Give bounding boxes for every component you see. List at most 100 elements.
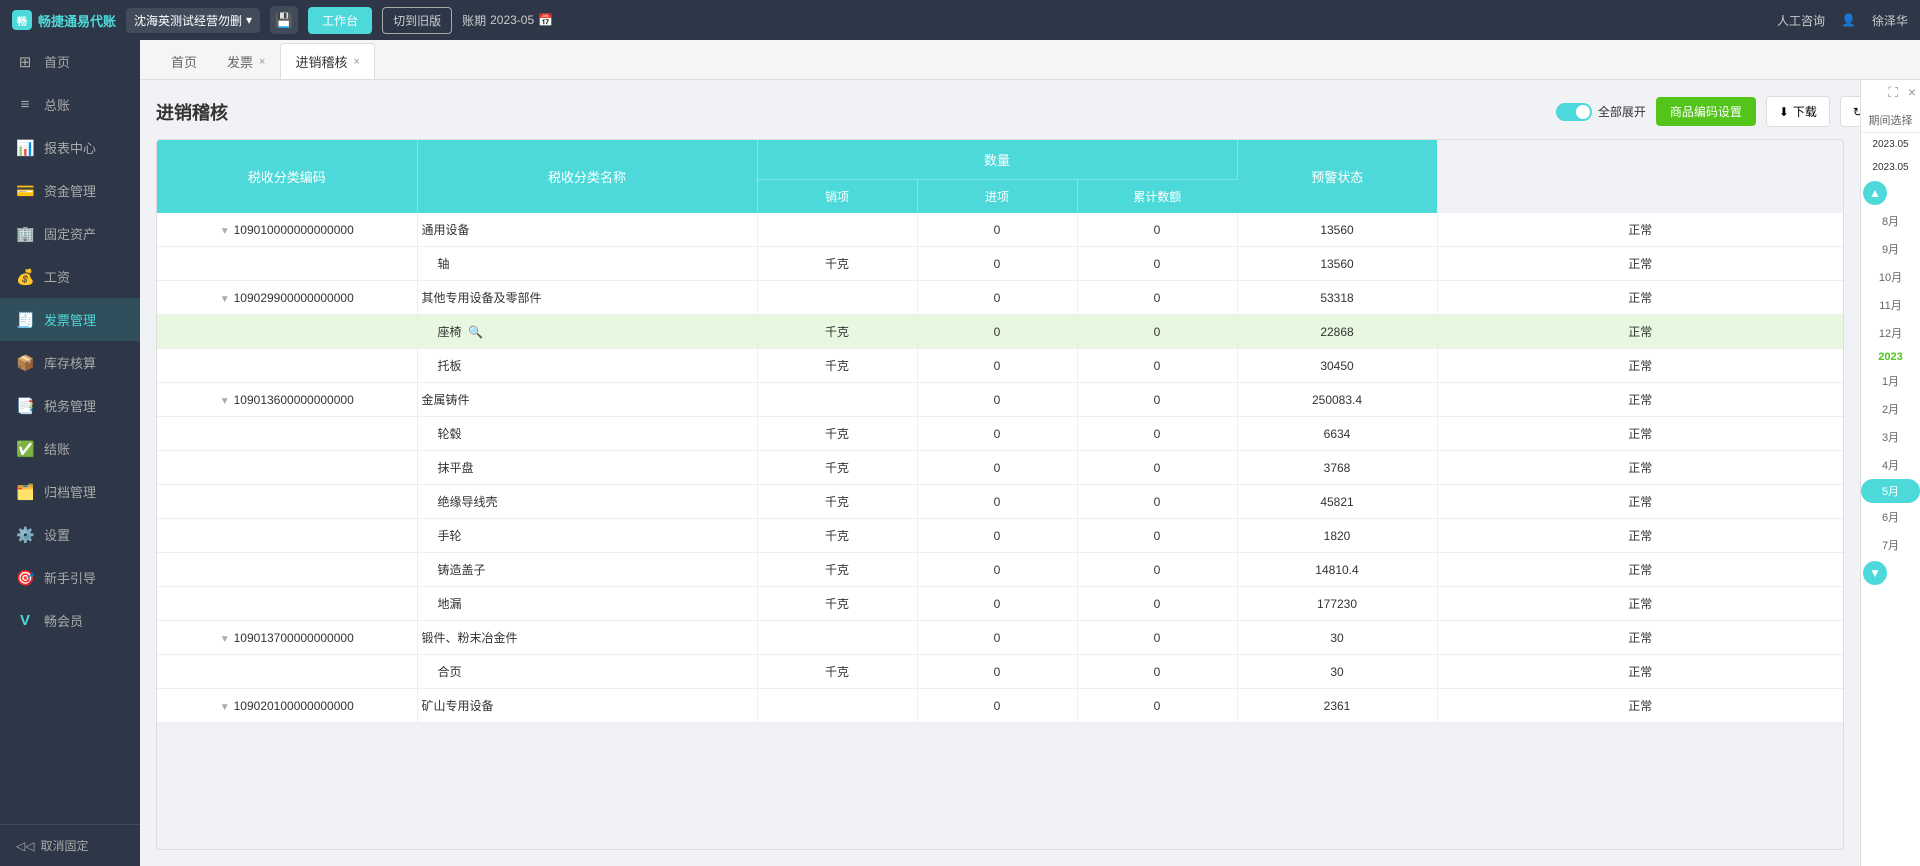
workbench-button[interactable]: 工作台 [308,7,372,34]
purchase-cell: 0 [1077,519,1237,553]
product-code-button[interactable]: 商品编码设置 [1656,97,1756,126]
period-2023-05-1[interactable]: 2023.05 [1861,139,1904,156]
sidebar-item-archive[interactable]: 🗂️ 归档管理 [0,470,140,513]
month-3[interactable]: 3月 [1861,423,1904,451]
code-cell: ▼109020100000000000 [157,689,417,723]
toggle-label: 全部展开 [1598,103,1646,120]
expand-toggle[interactable] [1556,103,1592,121]
sidebar-item-payroll[interactable]: 💰 工资 [0,255,140,298]
unit-cell: 千克 [757,315,917,349]
unit-cell [757,213,917,247]
status-cell: 正常 [1437,417,1843,451]
name-cell: 金属铸件 [417,383,757,417]
save-icon-btn[interactable]: 💾 [270,6,298,34]
sidebar-item-funds[interactable]: 💳 资金管理 [0,169,140,212]
month-5[interactable]: 5月 [1861,479,1904,503]
expand-icon[interactable]: ▼ [220,634,230,645]
expand-icon[interactable]: ▼ [220,226,230,237]
name-cell: 托板 [417,349,757,383]
table-row: 抹平盘 千克 0 0 3768 正常 [157,451,1843,485]
th-tax-code: 税收分类编码 [157,140,417,213]
accumulated-cell: 13560 [1237,247,1437,281]
sidebar-label-settlement: 结账 [44,439,70,458]
funds-icon: 💳 [16,182,34,200]
name-cell: 抹平盘 [417,451,757,485]
tab-reconcile-close[interactable]: × [353,56,359,68]
tab-invoices-close[interactable]: × [259,56,265,68]
scroll-up-btn[interactable]: ▲ [1863,181,1887,205]
table-row: 轴 千克 0 0 13560 正常 [157,247,1843,281]
download-button[interactable]: ⬇ 下载 [1766,96,1830,127]
month-1[interactable]: 1月 [1861,367,1904,395]
month-10[interactable]: 10月 [1861,263,1904,291]
sidebar-item-assets[interactable]: 🏢 固定资产 [0,212,140,255]
old-version-button[interactable]: 切到旧版 [382,7,452,34]
table-row: 托板 千克 0 0 30450 正常 [157,349,1843,383]
sidebar-item-settings[interactable]: ⚙️ 设置 [0,513,140,556]
expand-icon[interactable]: ▼ [220,396,230,407]
sidebar-item-reports[interactable]: 📊 报表中心 [0,126,140,169]
month-11[interactable]: 11月 [1861,291,1904,319]
code-cell [157,349,417,383]
calendar-icon[interactable]: 📅 [538,13,553,27]
code-cell [157,553,417,587]
code-cell [157,485,417,519]
unit-cell: 千克 [757,417,917,451]
invoice-icon: 🧾 [16,311,34,329]
guide-icon: 🎯 [16,569,34,587]
sales-cell: 0 [917,281,1077,315]
scroll-down-btn[interactable]: ▼ [1863,561,1887,585]
sidebar-item-tax[interactable]: 📑 税务管理 [0,384,140,427]
month-7[interactable]: 7月 [1861,531,1904,559]
month-9[interactable]: 9月 [1861,235,1904,263]
sales-cell: 0 [917,621,1077,655]
table-row: ▼109013700000000000 锻件、粉末冶金件 0 0 30 正常 [157,621,1843,655]
month-2[interactable]: 2月 [1861,395,1904,423]
purchase-cell: 0 [1077,655,1237,689]
search-in-cell-icon[interactable]: 🔍 [468,325,483,339]
home-icon: ⊞ [16,53,34,71]
sidebar-item-settlement[interactable]: ✅ 结账 [0,427,140,470]
period-2023-05-2[interactable]: 2023.05 [1861,156,1904,179]
purchase-cell: 0 [1077,383,1237,417]
sidebar-item-home[interactable]: ⊞ 首页 [0,40,140,83]
accumulated-cell: 45821 [1237,485,1437,519]
expand-icon[interactable]: ▼ [220,702,230,713]
sidebar-item-invoices[interactable]: 🧾 发票管理 [0,298,140,341]
accumulated-cell: 30 [1237,621,1437,655]
th-alert-status: 预警状态 [1237,140,1437,213]
top-right: 人工咨询 👤 徐泽华 [1777,12,1908,29]
purchase-cell: 0 [1077,451,1237,485]
right-panel: × ⛶ 期间选择 2023.05 2023.05 ▲ 8月 9月 10月 11月… [1860,139,1904,850]
table-row: ▼109029900000000000 其他专用设备及零部件 0 0 53318… [157,281,1843,315]
sidebar-label-funds: 资金管理 [44,181,96,200]
period-label: 账期 [462,12,486,29]
sidebar-item-ledger[interactable]: ≡ 总账 [0,83,140,126]
month-6[interactable]: 6月 [1861,503,1904,531]
th-tax-name: 税收分类名称 [417,140,757,213]
sidebar-label-inventory: 库存核算 [44,353,96,372]
period-display: 账期 2023-05 📅 [462,12,553,29]
pin-icon: ◁◁ [16,839,34,853]
sidebar-item-vip[interactable]: V 畅会员 [0,599,140,642]
expand-icon[interactable]: ▼ [220,294,230,305]
month-8[interactable]: 8月 [1861,207,1904,235]
tab-invoices[interactable]: 发票 × [212,43,280,79]
month-4[interactable]: 4月 [1861,451,1904,479]
code-cell: ▼109013700000000000 [157,621,417,655]
tab-reconcile[interactable]: 进销稽核 × [280,43,374,79]
tab-home[interactable]: 首页 [156,43,212,79]
status-cell: 正常 [1437,485,1843,519]
accumulated-cell: 22868 [1237,315,1437,349]
accumulated-cell: 3768 [1237,451,1437,485]
support-link[interactable]: 人工咨询 [1777,12,1825,29]
name-cell: 手轮 [417,519,757,553]
company-selector[interactable]: 沈海英测试经营勿删 ▾ [126,8,260,33]
unit-cell: 千克 [757,655,917,689]
sidebar-pin-toggle[interactable]: ◁◁ 取消固定 [0,824,140,866]
sidebar-item-inventory[interactable]: 📦 库存核算 [0,341,140,384]
sales-cell: 0 [917,485,1077,519]
name-cell: 绝缘导线壳 [417,485,757,519]
sidebar-item-guide[interactable]: 🎯 新手引导 [0,556,140,599]
month-12[interactable]: 12月 [1861,319,1904,347]
